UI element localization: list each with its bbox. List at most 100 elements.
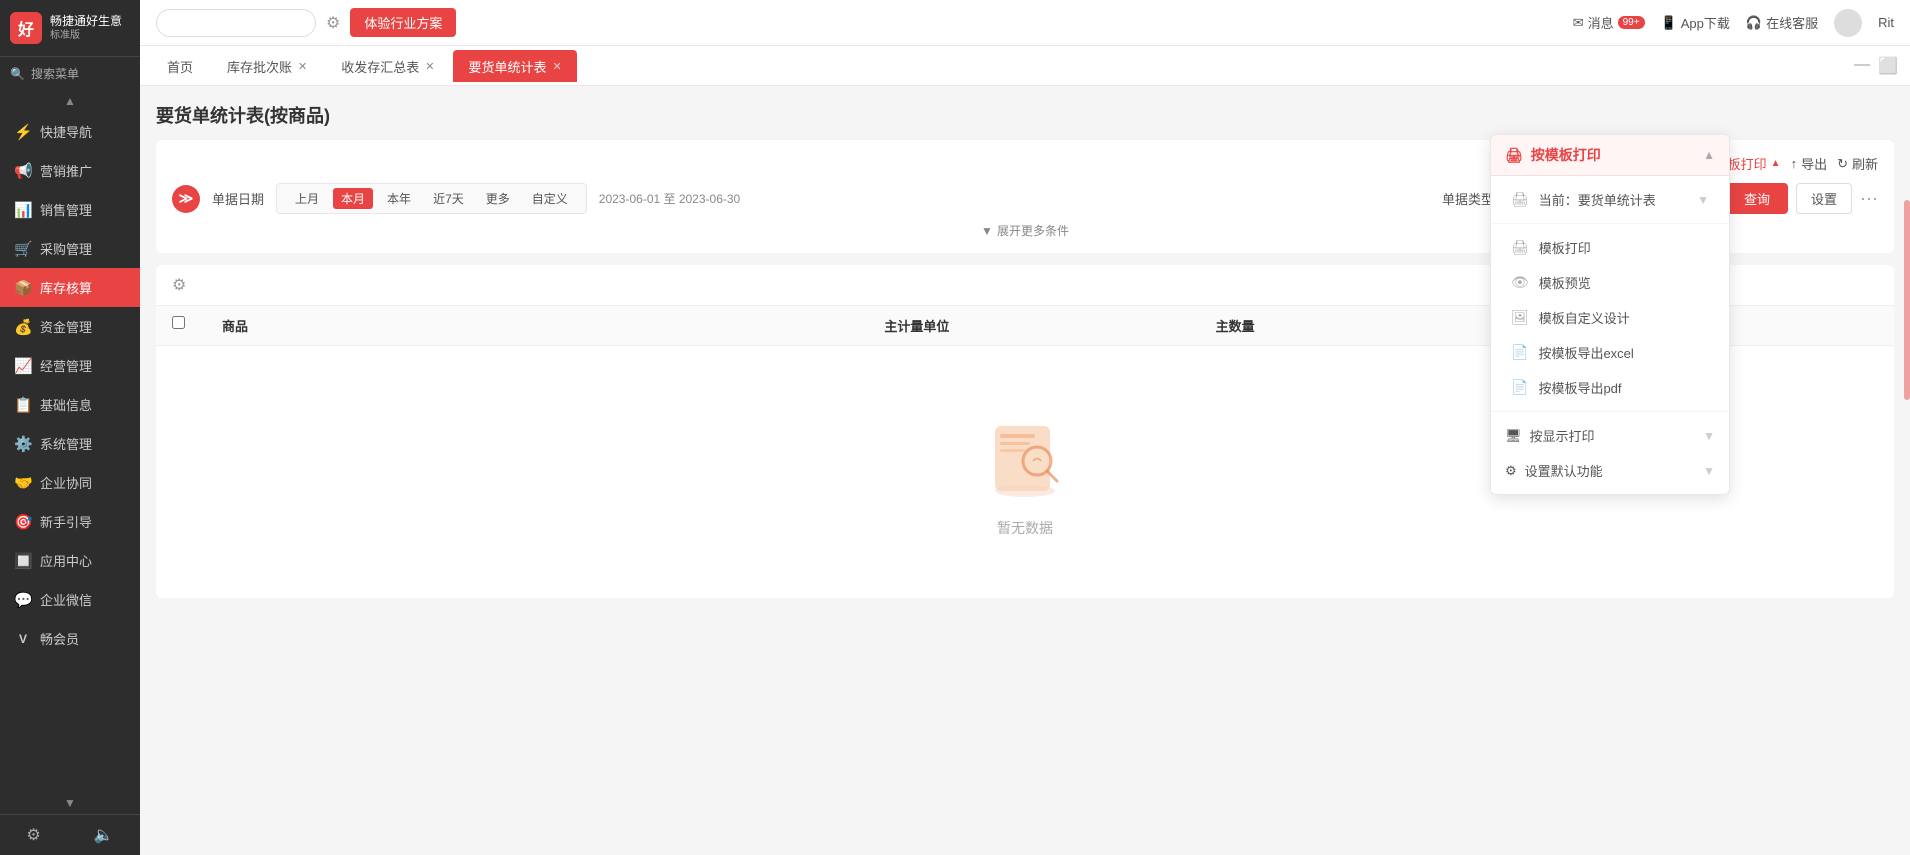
template-preview-icon: 👁 bbox=[1511, 274, 1529, 291]
trial-btn[interactable]: 体验行业方案 bbox=[350, 8, 456, 37]
app-center-icon: 🔲 bbox=[14, 552, 32, 570]
tab-receipt-summary[interactable]: 收发存汇总表 ✕ bbox=[326, 50, 449, 82]
template-print-icon: 🖨 bbox=[1511, 239, 1529, 256]
printer-header-icon: 🖨 bbox=[1505, 147, 1523, 164]
dropdown-current-item[interactable]: 🖨 当前：要货单统计表 ▼ bbox=[1491, 182, 1729, 217]
date-btn-more[interactable]: 更多 bbox=[478, 188, 518, 209]
dropdown-template-design[interactable]: 🖼 模板自定义设计 bbox=[1491, 300, 1729, 335]
messages-btn[interactable]: ✉ 消息 99+ bbox=[1573, 13, 1645, 32]
message-icon: ✉ bbox=[1573, 15, 1584, 31]
tab-inventory-batch[interactable]: 库存批次账 ✕ bbox=[212, 50, 322, 82]
logo: 好 畅捷通好生意 标准版 bbox=[0, 0, 140, 57]
filter-expand-btn[interactable]: ≫ bbox=[172, 185, 200, 213]
dropdown-export-excel[interactable]: 📄 按模板导出excel bbox=[1491, 335, 1729, 370]
dropdown-template-preview[interactable]: 👁 模板预览 bbox=[1491, 265, 1729, 300]
sidebar-item-purchase[interactable]: 🛒 采购管理 bbox=[0, 229, 140, 268]
purchase-icon: 🛒 bbox=[14, 240, 32, 258]
sidebar-item-marketing[interactable]: 📢 营销推广 bbox=[0, 151, 140, 190]
tab-receipt-summary-close[interactable]: ✕ bbox=[425, 60, 434, 73]
date-group: 上月 本月 本年 近7天 更多 自定义 bbox=[276, 183, 587, 214]
sidebar-item-sales[interactable]: 📊 销售管理 bbox=[0, 190, 140, 229]
table-gear-icon[interactable]: ⚙ bbox=[172, 275, 186, 295]
date-btn-this-month[interactable]: 本月 bbox=[333, 188, 373, 209]
messages-badge: 99+ bbox=[1618, 16, 1645, 29]
system-icon: ⚙️ bbox=[14, 435, 32, 453]
dropdown-header[interactable]: 🖨 按模板打印 ▲ bbox=[1491, 135, 1729, 176]
page-title: 要货单统计表(按商品) bbox=[156, 102, 1894, 128]
sidebar-item-operations[interactable]: 📈 经营管理 bbox=[0, 346, 140, 385]
logo-icon: 好 bbox=[10, 12, 42, 44]
online-service-btn[interactable]: 🎧 在线客服 bbox=[1746, 13, 1818, 32]
export-btn[interactable]: ↑ 导出 bbox=[1791, 154, 1828, 173]
sidebar-item-finance[interactable]: 💰 资金管理 bbox=[0, 307, 140, 346]
sidebar-item-basic[interactable]: 📋 基础信息 bbox=[0, 385, 140, 424]
tab-inventory-batch-close[interactable]: ✕ bbox=[298, 60, 307, 73]
date-btn-last-month[interactable]: 上月 bbox=[287, 188, 327, 209]
logo-text: 畅捷通好生意 标准版 bbox=[50, 14, 122, 43]
finance-icon: 💰 bbox=[14, 318, 32, 336]
volume-footer-icon[interactable]: 🔈 bbox=[94, 825, 114, 845]
topbar-search-input[interactable] bbox=[156, 9, 316, 37]
enterprise-icon: 🤝 bbox=[14, 474, 32, 492]
date-btn-this-year[interactable]: 本年 bbox=[379, 188, 419, 209]
empty-text: 暂无数据 bbox=[997, 518, 1053, 538]
settings-btn[interactable]: 设置 bbox=[1796, 183, 1852, 214]
dropdown-template-print[interactable]: 🖨 模板打印 bbox=[1491, 230, 1729, 265]
basic-icon: 📋 bbox=[14, 396, 32, 414]
order-type-label: 单据类型 bbox=[1442, 189, 1494, 208]
topbar-right: ✉ 消息 99+ 📱 App下载 🎧 在线客服 Rit bbox=[1573, 9, 1894, 37]
tab-order-summary[interactable]: 要货单统计表 ✕ bbox=[453, 50, 576, 82]
sidebar-item-guide[interactable]: 🎯 新手引导 bbox=[0, 502, 140, 541]
display-print-icon: 🖥 bbox=[1505, 428, 1522, 444]
tab-minimize-icon[interactable]: — bbox=[1854, 56, 1870, 76]
dropdown-export-pdf[interactable]: 📄 按模板导出pdf bbox=[1491, 370, 1729, 405]
date-btn-custom[interactable]: 自定义 bbox=[524, 188, 576, 209]
sidebar-item-inventory[interactable]: 📦 库存核算 bbox=[0, 268, 140, 307]
sidebar-search-item[interactable]: 🔍 搜索菜单 bbox=[0, 57, 140, 90]
app-download-btn[interactable]: 📱 App下载 bbox=[1661, 13, 1730, 32]
current-icon: 🖨 bbox=[1511, 191, 1529, 208]
tab-maximize-icon[interactable]: ⬜ bbox=[1878, 56, 1898, 76]
search-icon: 🔍 bbox=[10, 67, 25, 81]
sidebar-item-system[interactable]: ⚙️ 系统管理 bbox=[0, 424, 140, 463]
display-print-arrow-icon: ▼ bbox=[1703, 429, 1715, 443]
more-btn[interactable]: ··· bbox=[1860, 183, 1878, 214]
sidebar-item-quick-nav[interactable]: ⚡ 快捷导航 bbox=[0, 112, 140, 151]
print-arrow-icon: ▲ bbox=[1771, 158, 1781, 169]
sidebar-nav: ⚡ 快捷导航 📢 营销推广 📊 销售管理 🛒 采购管理 📦 库存核算 💰 资金管… bbox=[0, 112, 140, 792]
dropdown-header-left: 🖨 按模板打印 bbox=[1505, 145, 1601, 165]
dropdown-extra-section: 🖥 按显示打印 ▼ ⚙ 设置默认功能 ▼ bbox=[1491, 412, 1729, 494]
col-header-check bbox=[172, 316, 222, 335]
tab-home[interactable]: 首页 bbox=[152, 50, 208, 82]
right-resize-handle[interactable] bbox=[1904, 200, 1910, 400]
sidebar-item-corp-wechat[interactable]: 💬 企业微信 bbox=[0, 580, 140, 619]
sidebar: 好 畅捷通好生意 标准版 🔍 搜索菜单 ▲ ⚡ 快捷导航 📢 营销推广 📊 销售… bbox=[0, 0, 140, 855]
export-pdf-icon: 📄 bbox=[1511, 379, 1528, 396]
query-btn[interactable]: 查询 bbox=[1726, 183, 1788, 214]
dropdown-display-print[interactable]: 🖥 按显示打印 ▼ bbox=[1491, 418, 1729, 453]
members-icon: V bbox=[14, 632, 32, 646]
sidebar-item-app-center[interactable]: 🔲 应用中心 bbox=[0, 541, 140, 580]
avatar[interactable] bbox=[1834, 9, 1862, 37]
tab-order-summary-close[interactable]: ✕ bbox=[553, 60, 562, 73]
col-header-unit: 主计量单位 bbox=[884, 316, 1215, 335]
scroll-up-btn[interactable]: ▲ bbox=[0, 90, 140, 112]
dropdown-set-default[interactable]: ⚙ 设置默认功能 ▼ bbox=[1491, 453, 1729, 488]
content-area: 要货单统计表(按商品) 🖨 按模板打印 ▲ ↑ 导出 ↻ 刷新 bbox=[140, 86, 1910, 855]
date-range-text: 2023-06-01 至 2023-06-30 bbox=[599, 190, 740, 207]
export-excel-icon: 📄 bbox=[1511, 344, 1528, 361]
sales-icon: 📊 bbox=[14, 201, 32, 219]
scroll-down-btn[interactable]: ▼ bbox=[0, 792, 140, 814]
app-icon: 📱 bbox=[1661, 15, 1677, 31]
topbar-gear-icon[interactable]: ⚙ bbox=[326, 13, 340, 33]
header-checkbox[interactable] bbox=[172, 316, 185, 329]
sidebar-item-enterprise[interactable]: 🤝 企业协同 bbox=[0, 463, 140, 502]
main-area: ⚙ 体验行业方案 ✉ 消息 99+ 📱 App下载 🎧 在线客服 Rit 首页 bbox=[140, 0, 1910, 855]
date-btn-7days[interactable]: 近7天 bbox=[425, 188, 472, 209]
sidebar-item-members[interactable]: V 畅会员 bbox=[0, 619, 140, 658]
settings-footer-icon[interactable]: ⚙ bbox=[26, 825, 40, 845]
topbar-left: ⚙ 体验行业方案 bbox=[156, 8, 456, 37]
refresh-btn[interactable]: ↻ 刷新 bbox=[1837, 154, 1878, 173]
print-dropdown-menu: 🖨 按模板打印 ▲ 🖨 当前：要货单统计表 ▼ 🖨 模板打印 bbox=[1490, 134, 1730, 495]
dropdown-collapse-icon[interactable]: ▲ bbox=[1703, 148, 1715, 162]
